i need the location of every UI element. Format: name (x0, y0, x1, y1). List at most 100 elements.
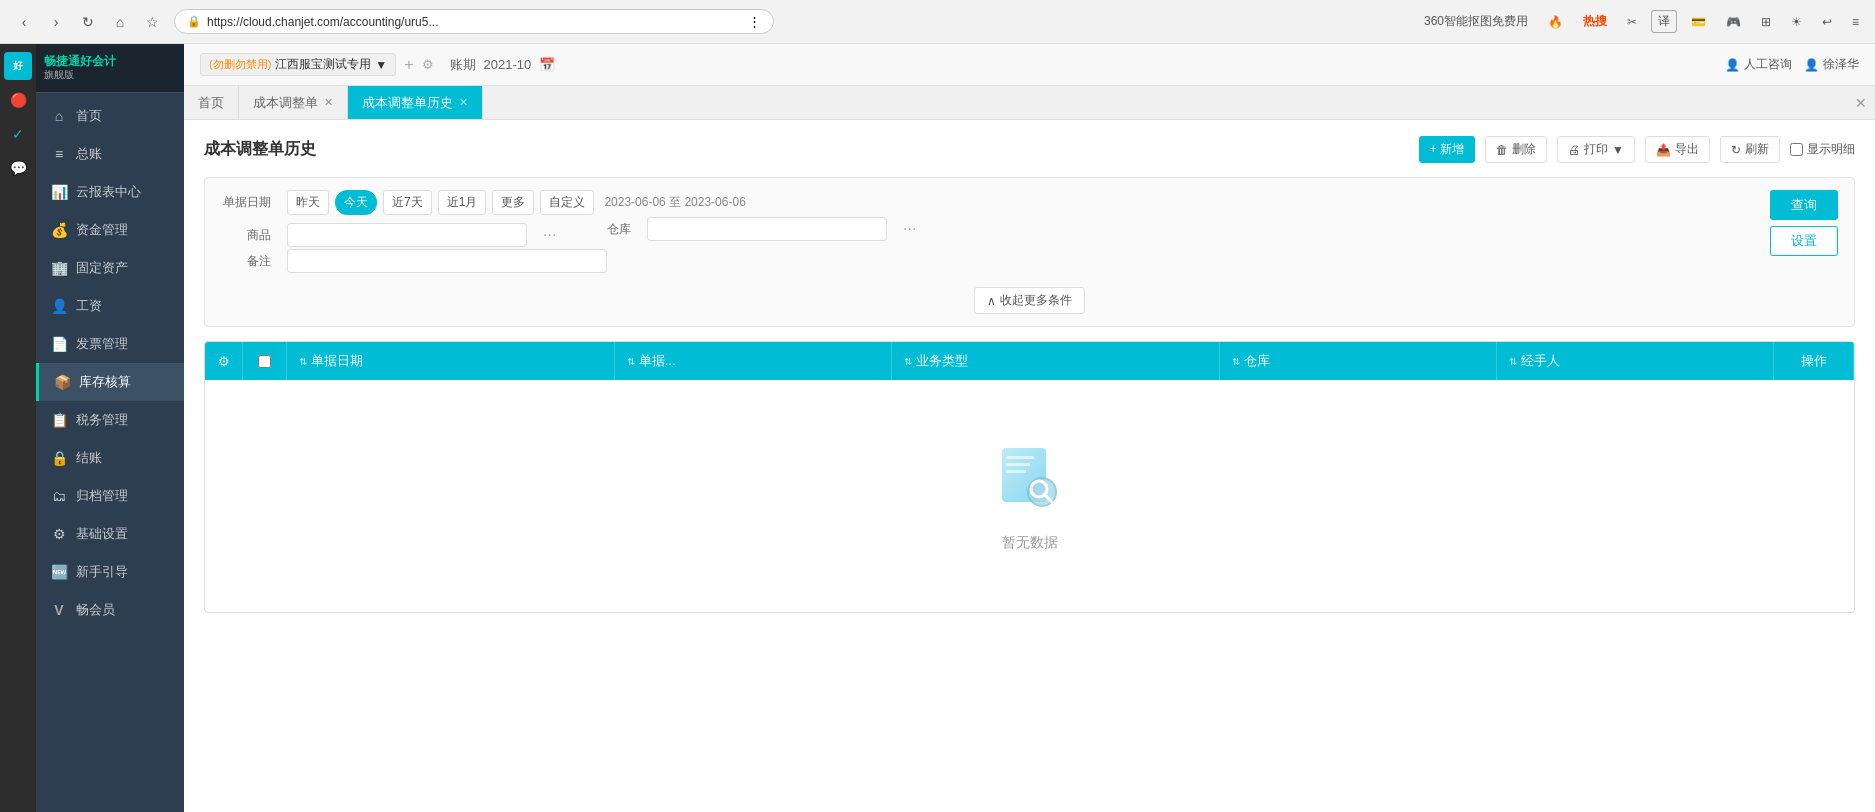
browser-tools: 360智能抠图免费用 🔥 热搜 ✂ 译 💳 🎮 ⊞ ☀ ↩ ≡ (1418, 10, 1865, 33)
custom-btn[interactable]: 自定义 (540, 190, 594, 215)
sidebar-item-close-accounts[interactable]: 🔒 结账 (36, 439, 184, 477)
delete-button[interactable]: 🗑 删除 (1485, 136, 1547, 163)
close-all-icon[interactable]: ✕ (1855, 95, 1867, 111)
sidebar-item-reports[interactable]: 📊 云报表中心 (36, 173, 184, 211)
tab-cost-adjust-history[interactable]: 成本调整单历史 ✕ (348, 86, 483, 119)
product-dots[interactable]: ··· (543, 226, 556, 244)
scissors-tool[interactable]: ✂ (1621, 13, 1643, 31)
svg-rect-1 (1006, 456, 1034, 459)
warehouse-input[interactable] (647, 217, 887, 241)
th-settings[interactable]: ⚙ (205, 342, 243, 380)
tab-cost-adjust-close[interactable]: ✕ (324, 96, 333, 109)
th-date[interactable]: ⇅ 单据日期 (287, 342, 615, 380)
collapse-button[interactable]: ∧ 收起更多条件 (974, 287, 1085, 314)
funds-icon: 💰 (50, 222, 68, 238)
user-info[interactable]: 👤 徐泽华 (1804, 56, 1859, 73)
sidebar-item-invoice[interactable]: 📄 发票管理 (36, 325, 184, 363)
sidebar-item-fixed-assets[interactable]: 🏢 固定资产 (36, 249, 184, 287)
yesterday-btn[interactable]: 昨天 (287, 190, 329, 215)
1month-btn[interactable]: 近1月 (438, 190, 487, 215)
7days-btn[interactable]: 近7天 (383, 190, 432, 215)
add-icon[interactable]: + (404, 56, 413, 74)
th-operator[interactable]: ⇅ 经手人 (1497, 342, 1774, 380)
customer-service[interactable]: 👤 人工咨询 (1725, 56, 1792, 73)
rail-icon-1[interactable]: 🔴 (4, 86, 32, 114)
sidebar-item-label: 新手引导 (76, 563, 128, 581)
dropdown-arrow: ▼ (375, 58, 387, 72)
rail-icon-2[interactable]: ✓ (4, 120, 32, 148)
sidebar-item-salary[interactable]: 👤 工资 (36, 287, 184, 325)
th-operator-label: 经手人 (1521, 352, 1560, 370)
invoice-icon: 📄 (50, 336, 68, 352)
th-number[interactable]: ⇅ 单据... (615, 342, 892, 380)
sidebar: 畅捷通好会计 旗舰版 ⌂ 首页 ≡ 总账 📊 云报表中心 💰 资金管理 🏢 (36, 44, 184, 812)
logo-text: 畅捷通好会计 (44, 54, 116, 68)
home-button[interactable]: ⌂ (106, 8, 134, 36)
sidebar-item-funds[interactable]: 💰 资金管理 (36, 211, 184, 249)
th-warehouse[interactable]: ⇅ 仓库 (1220, 342, 1497, 380)
sidebar-item-label: 固定资产 (76, 259, 128, 277)
more-btn[interactable]: 更多 (492, 190, 534, 215)
username: 徐泽华 (1823, 56, 1859, 73)
forward-button[interactable]: › (42, 8, 70, 36)
date-filter-row: 单据日期 昨天 今天 近7天 近1月 更多 自定义 2023-06-06 至 2… (221, 190, 1750, 215)
page-actions: + 新增 🗑 删除 🖨 打印 ▼ 📤 导出 ↻ (1419, 136, 1855, 163)
select-all-checkbox[interactable] (258, 355, 271, 368)
brightness-tool[interactable]: ☀ (1785, 13, 1808, 31)
settings-gear-icon[interactable]: ⚙ (422, 57, 434, 72)
tab-home[interactable]: 首页 (184, 86, 239, 119)
grid-tool[interactable]: ⊞ (1755, 13, 1777, 31)
hot-search-icon[interactable]: 🔥 (1542, 13, 1569, 31)
sidebar-item-general-ledger[interactable]: ≡ 总账 (36, 135, 184, 173)
translate-tool[interactable]: 译 (1651, 10, 1677, 33)
calendar-icon[interactable]: 📅 (539, 57, 555, 72)
period-label: 账期 (450, 56, 476, 74)
game-tool[interactable]: 🎮 (1720, 13, 1747, 31)
menu-tool[interactable]: ≡ (1846, 13, 1865, 31)
th-checkbox[interactable] (243, 342, 287, 380)
th-number-label: 单据... (639, 352, 676, 370)
hot-search-label: 热搜 (1577, 11, 1613, 32)
address-bar[interactable]: 🔒 https://cloud.chanjet.com/accounting/u… (174, 9, 774, 34)
ledger-icon: ≡ (50, 146, 68, 162)
member-icon: V (50, 602, 68, 618)
back-button[interactable]: ‹ (10, 8, 38, 36)
expand-icon: ⋮ (748, 14, 761, 29)
sidebar-item-member[interactable]: V 畅会员 (36, 591, 184, 629)
sidebar-item-guide[interactable]: 🆕 新手引导 (36, 553, 184, 591)
rail-icon-3[interactable]: 💬 (4, 154, 32, 182)
new-button[interactable]: + 新增 (1419, 136, 1475, 163)
tab-cost-adjust[interactable]: 成本调整单 ✕ (239, 86, 348, 119)
product-input[interactable] (287, 223, 527, 247)
rail-logo[interactable]: 好 (4, 52, 32, 80)
settings-gear-icon: ⚙ (218, 354, 230, 369)
empty-text: 暂无数据 (1002, 534, 1058, 552)
refresh-button[interactable]: ↻ (74, 8, 102, 36)
sidebar-item-inventory[interactable]: 📦 库存核算 (36, 363, 184, 401)
sidebar-item-basic-settings[interactable]: ⚙ 基础设置 (36, 515, 184, 553)
sidebar-item-archive[interactable]: 🗂 归档管理 (36, 477, 184, 515)
export-button[interactable]: 📤 导出 (1645, 136, 1710, 163)
collapse-icon: ∧ (987, 294, 996, 308)
query-button[interactable]: 查询 (1770, 190, 1838, 220)
sort-num-icon: ⇅ (627, 356, 635, 367)
print-dropdown-icon: ▼ (1612, 143, 1624, 157)
setting-button[interactable]: 设置 (1770, 226, 1838, 256)
tab-cost-adjust-history-close[interactable]: ✕ (459, 96, 468, 109)
star-button[interactable]: ☆ (138, 8, 166, 36)
wallet-tool[interactable]: 💳 (1685, 13, 1712, 31)
show-bright-checkbox[interactable]: 显示明细 (1790, 141, 1855, 158)
sidebar-item-tax[interactable]: 📋 税务管理 (36, 401, 184, 439)
warehouse-dots[interactable]: ··· (903, 220, 916, 238)
reports-icon: 📊 (50, 184, 68, 200)
show-bright-input[interactable] (1790, 143, 1803, 156)
today-btn[interactable]: 今天 (335, 190, 377, 215)
undo-tool[interactable]: ↩ (1816, 13, 1838, 31)
th-type[interactable]: ⇅ 业务类型 (892, 342, 1220, 380)
print-button[interactable]: 🖨 打印 ▼ (1557, 136, 1635, 163)
search-tool[interactable]: 360智能抠图免费用 (1418, 11, 1534, 32)
refresh-button-page[interactable]: ↻ 刷新 (1720, 136, 1780, 163)
th-type-label: 业务类型 (916, 352, 968, 370)
sidebar-item-home[interactable]: ⌂ 首页 (36, 97, 184, 135)
note-input[interactable] (287, 249, 607, 273)
